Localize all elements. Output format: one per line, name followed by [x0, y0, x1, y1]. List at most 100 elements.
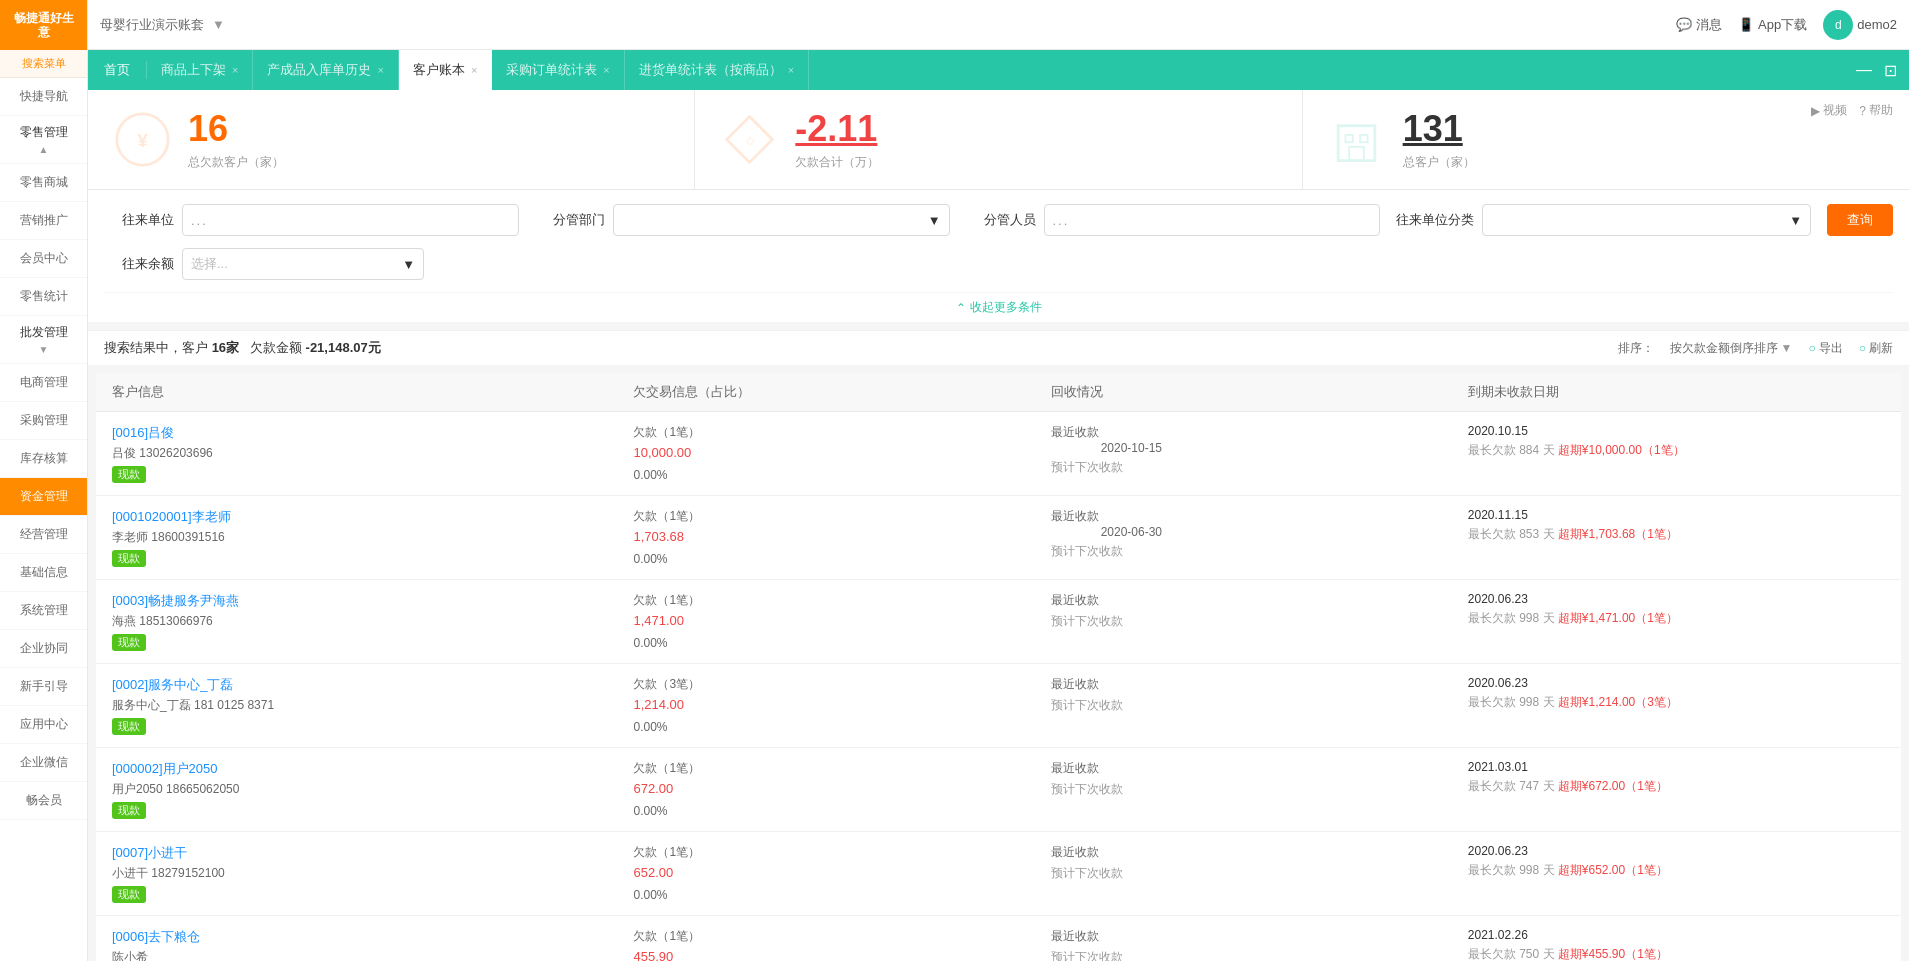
overdue-link[interactable]: 超期¥10,000.00（1笔） [1558, 443, 1685, 457]
overdue-link[interactable]: 超期¥672.00（1笔） [1558, 779, 1668, 793]
message-btn[interactable]: 💬 消息 [1676, 16, 1722, 34]
manager-input[interactable]: ... [1044, 204, 1381, 236]
close-icon-4[interactable]: × [603, 64, 609, 76]
overdue-link[interactable]: 超期¥1,214.00（3笔） [1558, 695, 1678, 709]
sidebar-item-new-guide[interactable]: 新手引导 [0, 668, 87, 706]
overdue-days: 最长欠款 747 天 超期¥672.00（1笔） [1468, 778, 1885, 795]
sidebar-item-marketing[interactable]: 营销推广 [0, 202, 87, 240]
debt-percent: 0.00% [633, 468, 1050, 482]
overdue-link[interactable]: 超期¥455.90（1笔） [1558, 947, 1668, 961]
tab-customer-account[interactable]: 客户账本 × [399, 50, 492, 90]
help-btn[interactable]: ? 帮助 [1859, 102, 1893, 119]
customer-name-link[interactable]: [0016]吕俊 [112, 424, 633, 442]
results-actions: 排序： 按欠款金额倒序排序 ▼ ○ 导出 ○ 刷新 [1618, 340, 1893, 357]
filter-manager: 分管人员 ... [966, 204, 1381, 236]
tabs-minimize-btn[interactable]: — [1852, 61, 1876, 79]
search-menu-label[interactable]: 搜索菜单 [4, 56, 83, 71]
dept-label: 分管部门 [535, 211, 605, 229]
sidebar-item-member-center[interactable]: 会员中心 [0, 240, 87, 278]
sidebar-item-enterprise-coop[interactable]: 企业协同 [0, 630, 87, 668]
sidebar-item-retail-stats[interactable]: 零售统计 [0, 278, 87, 316]
customer-name-link[interactable]: [0002]服务中心_丁磊 [112, 676, 633, 694]
overdue-link[interactable]: 超期¥1,703.68（1笔） [1558, 527, 1678, 541]
debt-amount-number: -2.11 [795, 108, 1277, 150]
tab-customer-account-label: 客户账本 [413, 61, 465, 79]
sidebar-item-batch-mgmt[interactable]: 批发管理 ▼ [0, 316, 87, 364]
sidebar-item-inventory[interactable]: 库存核算 [0, 440, 87, 478]
balance-label: 往来余额 [104, 255, 174, 273]
overdue-days: 最长欠款 853 天 超期¥1,703.68（1笔） [1468, 526, 1885, 543]
due-date: 2020.11.15 [1468, 508, 1885, 522]
debt-count: 欠款（1笔） [633, 928, 1050, 945]
sidebar-item-retail-mall[interactable]: 零售商城 [0, 164, 87, 202]
customer-name-link[interactable]: [0001020001]李老师 [112, 508, 633, 526]
source-unit-type-select[interactable]: ▼ [1482, 204, 1811, 236]
topbar: 母婴行业演示账套 ▼ 💬 消息 📱 App下载 d demo2 [88, 0, 1909, 50]
refresh-btn[interactable]: ○ 刷新 [1859, 340, 1893, 357]
export-btn[interactable]: ○ 导出 [1809, 340, 1843, 357]
dept-select[interactable]: ▼ [613, 204, 950, 236]
sidebar-item-purchase-mgmt[interactable]: 采购管理 [0, 402, 87, 440]
user-menu[interactable]: d demo2 [1823, 10, 1897, 40]
customer-tag: 现款 [112, 718, 146, 735]
app-download-btn[interactable]: 📱 App下载 [1738, 16, 1807, 34]
customer-name-link[interactable]: [0006]去下粮仓 [112, 928, 633, 946]
tab-product-instock[interactable]: 产成品入库单历史 × [253, 50, 398, 90]
sidebar-item-vip-member[interactable]: 畅会员 [0, 782, 87, 820]
source-unit-input[interactable]: ... [182, 204, 519, 236]
customer-name-link[interactable]: [000002]用户2050 [112, 760, 633, 778]
sidebar-item-capital-mgmt[interactable]: 资金管理 [0, 478, 87, 516]
vip-member-label: 畅会员 [26, 792, 62, 809]
sidebar-item-enterprise-wx[interactable]: 企业微信 [0, 744, 87, 782]
dropdown-arrow-icon[interactable]: ▼ [212, 17, 225, 32]
last-payment-label: 最近收款 [1051, 928, 1468, 945]
collapse-btn[interactable]: ⌃ 收起更多条件 [104, 292, 1893, 322]
debt-count: 欠款（1笔） [633, 508, 1050, 525]
sidebar-item-sys-mgmt[interactable]: 系统管理 [0, 592, 87, 630]
retail-mall-label: 零售商城 [20, 174, 68, 191]
tab-instock-stats[interactable]: 进货单统计表（按商品） × [625, 50, 809, 90]
customer-info-cell: [000002]用户2050 用户2050 18665062050 现款 [112, 760, 633, 819]
overdue-link[interactable]: 超期¥652.00（1笔） [1558, 863, 1668, 877]
data-table: 客户信息 欠交易信息（占比） 回收情况 到期未收款日期 [0016]吕俊 吕俊 … [96, 373, 1901, 961]
basic-info-label: 基础信息 [20, 564, 68, 581]
close-icon-2[interactable]: × [377, 64, 383, 76]
col-payback: 回收情况 [1051, 383, 1468, 401]
search-button[interactable]: 查询 [1827, 204, 1893, 236]
customer-phone: 小进干 18279152100 [112, 865, 633, 882]
sidebar-item-app-center[interactable]: 应用中心 [0, 706, 87, 744]
sidebar-quick-nav-label: 快捷导航 [20, 88, 68, 105]
app-download-label: App下载 [1758, 16, 1807, 34]
debt-amount: 1,214.00 [633, 697, 1050, 712]
sidebar-item-retail-mgmt[interactable]: 零售管理 ▲ [0, 116, 87, 164]
sidebar-item-ops-mgmt[interactable]: 经营管理 [0, 516, 87, 554]
next-payment-label: 预计下次收款 [1051, 613, 1468, 630]
close-icon-5[interactable]: × [788, 64, 794, 76]
sidebar-search[interactable]: 搜索菜单 [0, 50, 87, 78]
balance-select[interactable]: 选择... ▼ [182, 248, 424, 280]
close-icon[interactable]: × [232, 64, 238, 76]
due-date: 2021.03.01 [1468, 760, 1885, 774]
video-btn[interactable]: ▶ 视频 [1811, 102, 1847, 119]
ecom-mgmt-label: 电商管理 [20, 374, 68, 391]
col-debt-info: 欠交易信息（占比） [633, 383, 1050, 401]
tab-purchase-order[interactable]: 采购订单统计表 × [492, 50, 624, 90]
sidebar-item-basic-info[interactable]: 基础信息 [0, 554, 87, 592]
debt-amount: 652.00 [633, 865, 1050, 880]
customer-name-link[interactable]: [0003]畅捷服务尹海燕 [112, 592, 633, 610]
close-icon-3[interactable]: × [471, 64, 477, 76]
sidebar-item-ecom-mgmt[interactable]: 电商管理 [0, 364, 87, 402]
customer-name-link[interactable]: [0007]小进干 [112, 844, 633, 862]
col-customer-info: 客户信息 [112, 383, 633, 401]
stat-card-debt-customers: ¥ 16 总欠款客户（家） [88, 90, 695, 189]
sort-select-btn[interactable]: 按欠款金额倒序排序 ▼ [1670, 340, 1793, 357]
sidebar-item-quick-nav: 快捷导航 [0, 78, 87, 116]
purchase-mgmt-label: 采购管理 [20, 412, 68, 429]
filter-row-1: 往来单位 ... 分管部门 ▼ 分管人员 [104, 204, 1893, 236]
due-date-cell: 2020.06.23 最长欠款 998 天 超期¥652.00（1笔） [1468, 844, 1885, 879]
tab-home[interactable]: 首页 [88, 61, 147, 79]
tabs-maximize-btn[interactable]: ⊡ [1880, 61, 1901, 80]
tab-product-list[interactable]: 商品上下架 × [147, 50, 253, 90]
overdue-link[interactable]: 超期¥1,471.00（1笔） [1558, 611, 1678, 625]
customer-phone: 用户2050 18665062050 [112, 781, 633, 798]
